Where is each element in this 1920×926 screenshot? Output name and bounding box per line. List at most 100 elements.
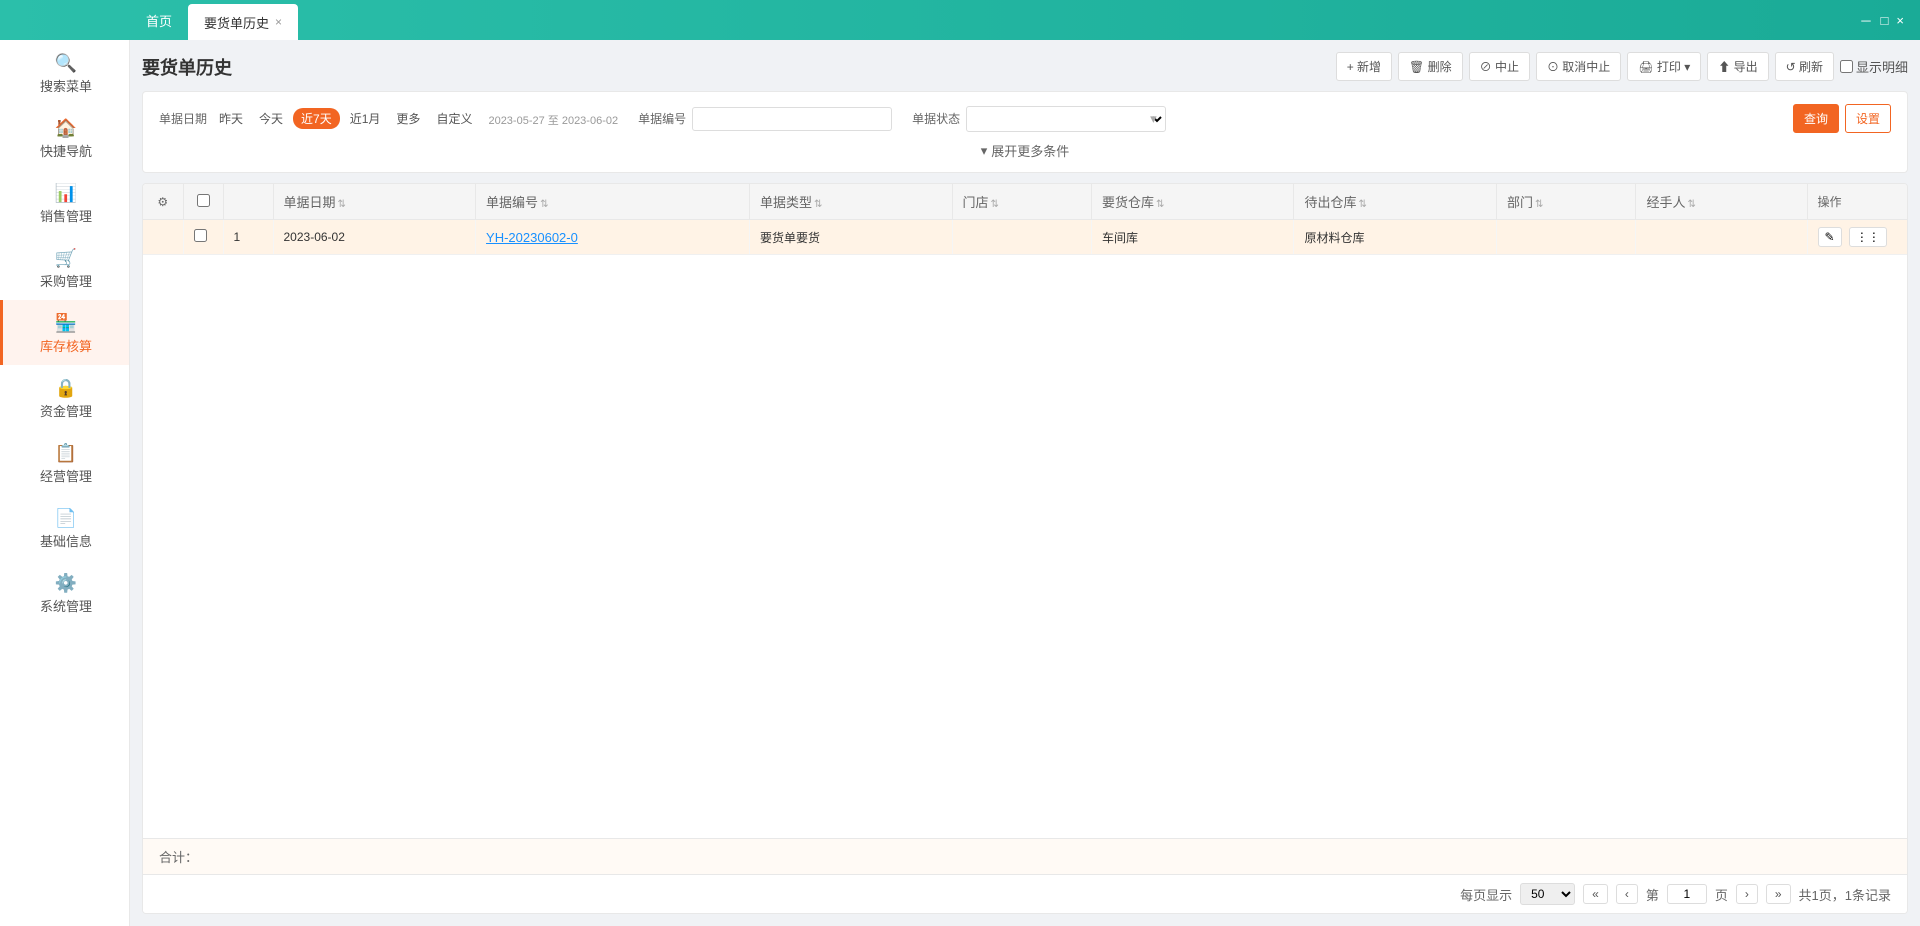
refresh-button[interactable]: ↺ 刷新: [1775, 52, 1834, 81]
docno-link[interactable]: YH-20230602-0: [486, 230, 578, 245]
date-btn-1month[interactable]: 近1月: [344, 108, 387, 129]
date-btn-7days[interactable]: 近7天: [293, 108, 340, 129]
page-number-input[interactable]: [1667, 884, 1707, 904]
window-close-btn[interactable]: ×: [1896, 13, 1904, 28]
cell-handler: [1636, 220, 1807, 255]
expand-more-label: 展开更多条件: [991, 141, 1069, 160]
stop-button[interactable]: ⊘ 中止: [1469, 52, 1530, 81]
th-action: 操作: [1807, 184, 1907, 220]
sidebar-item-search-menu[interactable]: 🔍 搜索菜单: [0, 40, 129, 105]
cell-docno[interactable]: YH-20230602-0: [476, 220, 750, 255]
display-dense-toggle[interactable]: 显示明细: [1840, 57, 1908, 76]
total-info: 共1页，1条记录: [1799, 885, 1891, 904]
delete-button[interactable]: 🗑 删除: [1398, 52, 1463, 81]
sidebar-item-search-menu-label: 搜索菜单: [40, 76, 92, 95]
inventory-icon: 🏪: [55, 314, 77, 332]
cancel-stop-button[interactable]: ⊙ 取消中止: [1536, 52, 1621, 81]
sidebar-item-basic-info[interactable]: 📄 基础信息: [0, 495, 129, 560]
sidebar-item-ops-mgmt[interactable]: 📋 经营管理: [0, 430, 129, 495]
sidebar-item-inventory[interactable]: 🏪 库存核算: [0, 300, 129, 365]
sidebar-item-system-mgmt[interactable]: ⚙️ 系统管理: [0, 560, 129, 625]
sort-date-icon: ⇅: [338, 199, 346, 210]
top-bar-right: － □ ×: [1860, 0, 1904, 40]
th-store[interactable]: 门店⇅: [952, 184, 1091, 220]
last-page-button[interactable]: »: [1766, 884, 1791, 904]
pagination-bar: 每页显示 50 10 20 100 « ‹ 第 页 › » 共1页，1条记录: [143, 874, 1907, 913]
status-select[interactable]: [966, 106, 1166, 132]
th-doctype[interactable]: 单据类型⇅: [749, 184, 952, 220]
cell-store: [952, 220, 1091, 255]
sidebar-item-quick-nav[interactable]: 🏠 快捷导航: [0, 105, 129, 170]
print-button[interactable]: 🖨 打印 ▾: [1627, 52, 1701, 81]
page-label-suffix: 页: [1715, 885, 1728, 904]
select-all-checkbox[interactable]: [197, 194, 210, 207]
top-bar: 首页 要货单历史 × － □ ×: [0, 0, 1920, 40]
sidebar-item-inventory-label: 库存核算: [40, 336, 92, 355]
tab-home[interactable]: 首页: [130, 0, 188, 40]
page-size-select[interactable]: 50 10 20 100: [1520, 883, 1575, 905]
sidebar-item-basic-info-label: 基础信息: [40, 531, 92, 550]
th-date[interactable]: 单据日期⇅: [273, 184, 476, 220]
quick-nav-icon: 🏠: [55, 119, 77, 137]
th-handler[interactable]: 经手人⇅: [1636, 184, 1807, 220]
status-filter-group: 单据状态 ▾: [912, 106, 1157, 132]
sales-mgmt-icon: 📊: [55, 184, 77, 202]
window-minimize-btn[interactable]: －: [1860, 11, 1873, 30]
export-button[interactable]: ⬆ 导出: [1707, 52, 1768, 81]
status-filter-label: 单据状态: [912, 110, 960, 127]
cell-date: 2023-06-02: [273, 220, 476, 255]
expand-more-btn[interactable]: ▾ 展开更多条件: [159, 141, 1891, 160]
window-restore-btn[interactable]: □: [1881, 13, 1889, 28]
date-btn-more[interactable]: 更多: [390, 108, 426, 129]
footer-summary: 合计：: [143, 838, 1907, 874]
sidebar-item-finance-mgmt[interactable]: 🔒 资金管理: [0, 365, 129, 430]
row-checkbox[interactable]: [194, 229, 207, 242]
more-action-btn[interactable]: ⋮⋮: [1849, 227, 1887, 247]
cell-checkbox: [183, 220, 223, 255]
sidebar-item-sales-mgmt[interactable]: 📊 销售管理: [0, 170, 129, 235]
display-dense-checkbox[interactable]: [1840, 60, 1853, 73]
content-area: 要货单历史 + 新增 🗑 删除 ⊘ 中止 ⊙ 取消中止 🖨 打印 ▾ ⬆ 导出 …: [130, 40, 1920, 926]
th-num: [223, 184, 273, 220]
next-page-button[interactable]: ›: [1736, 884, 1758, 904]
tab-close-icon[interactable]: ×: [275, 15, 282, 29]
tab-yaohuodan[interactable]: 要货单历史 ×: [188, 4, 298, 40]
prev-page-button[interactable]: ‹: [1616, 884, 1638, 904]
sort-handler-icon: ⇅: [1687, 199, 1695, 210]
date-btn-yesterday[interactable]: 昨天: [213, 108, 249, 129]
sort-req-warehouse-icon: ⇅: [1156, 199, 1164, 210]
finance-mgmt-icon: 🔒: [55, 379, 77, 397]
th-checkbox: [183, 184, 223, 220]
summary-label: 合计：: [159, 847, 198, 866]
purchase-mgmt-icon: 🛒: [55, 249, 77, 267]
settings-button[interactable]: 设置: [1845, 104, 1891, 133]
th-pending-warehouse[interactable]: 待出仓库⇅: [1294, 184, 1497, 220]
sidebar: 🔍 搜索菜单 🏠 快捷导航 📊 销售管理 🛒 采购管理 🏪 库存核算 🔒 资金管…: [0, 40, 130, 926]
docno-input[interactable]: [692, 107, 892, 131]
sidebar-item-system-mgmt-label: 系统管理: [40, 596, 92, 615]
table-row[interactable]: 1 2023-06-02 YH-20230602-0 要货单要货 车间库 原材料…: [143, 220, 1907, 255]
basic-info-icon: 📄: [55, 509, 77, 527]
edit-action-btn[interactable]: ✎: [1818, 227, 1842, 247]
th-docno[interactable]: 单据编号⇅: [476, 184, 750, 220]
cell-pending-warehouse: 原材料仓库: [1294, 220, 1497, 255]
th-req-warehouse[interactable]: 要货仓库⇅: [1091, 184, 1294, 220]
add-button[interactable]: + 新增: [1336, 52, 1392, 81]
toolbar: + 新增 🗑 删除 ⊘ 中止 ⊙ 取消中止 🖨 打印 ▾ ⬆ 导出 ↺ 刷新 显…: [1336, 52, 1908, 81]
first-page-button[interactable]: «: [1583, 884, 1608, 904]
query-button[interactable]: 查询: [1793, 104, 1839, 133]
table-wrapper[interactable]: ⚙ 单据日期⇅ 单据编号⇅ 单: [143, 184, 1907, 838]
date-btn-custom[interactable]: 自定义: [430, 108, 478, 129]
cell-action: ✎ ⋮⋮: [1807, 220, 1907, 255]
system-mgmt-icon: ⚙️: [55, 574, 77, 592]
sort-dept-icon: ⇅: [1535, 199, 1543, 210]
sort-store-icon: ⇅: [991, 199, 999, 210]
sidebar-item-purchase-mgmt[interactable]: 🛒 采购管理: [0, 235, 129, 300]
date-btn-today[interactable]: 今天: [253, 108, 289, 129]
th-dept[interactable]: 部门⇅: [1497, 184, 1636, 220]
display-dense-label: 显示明细: [1856, 57, 1908, 76]
sidebar-item-purchase-mgmt-label: 采购管理: [40, 271, 92, 290]
cell-num: 1: [223, 220, 273, 255]
th-settings[interactable]: ⚙: [143, 184, 183, 220]
filter-row: 单据日期 昨天 今天 近7天 近1月 更多 自定义 2023-05-27 至 2…: [159, 104, 1891, 133]
